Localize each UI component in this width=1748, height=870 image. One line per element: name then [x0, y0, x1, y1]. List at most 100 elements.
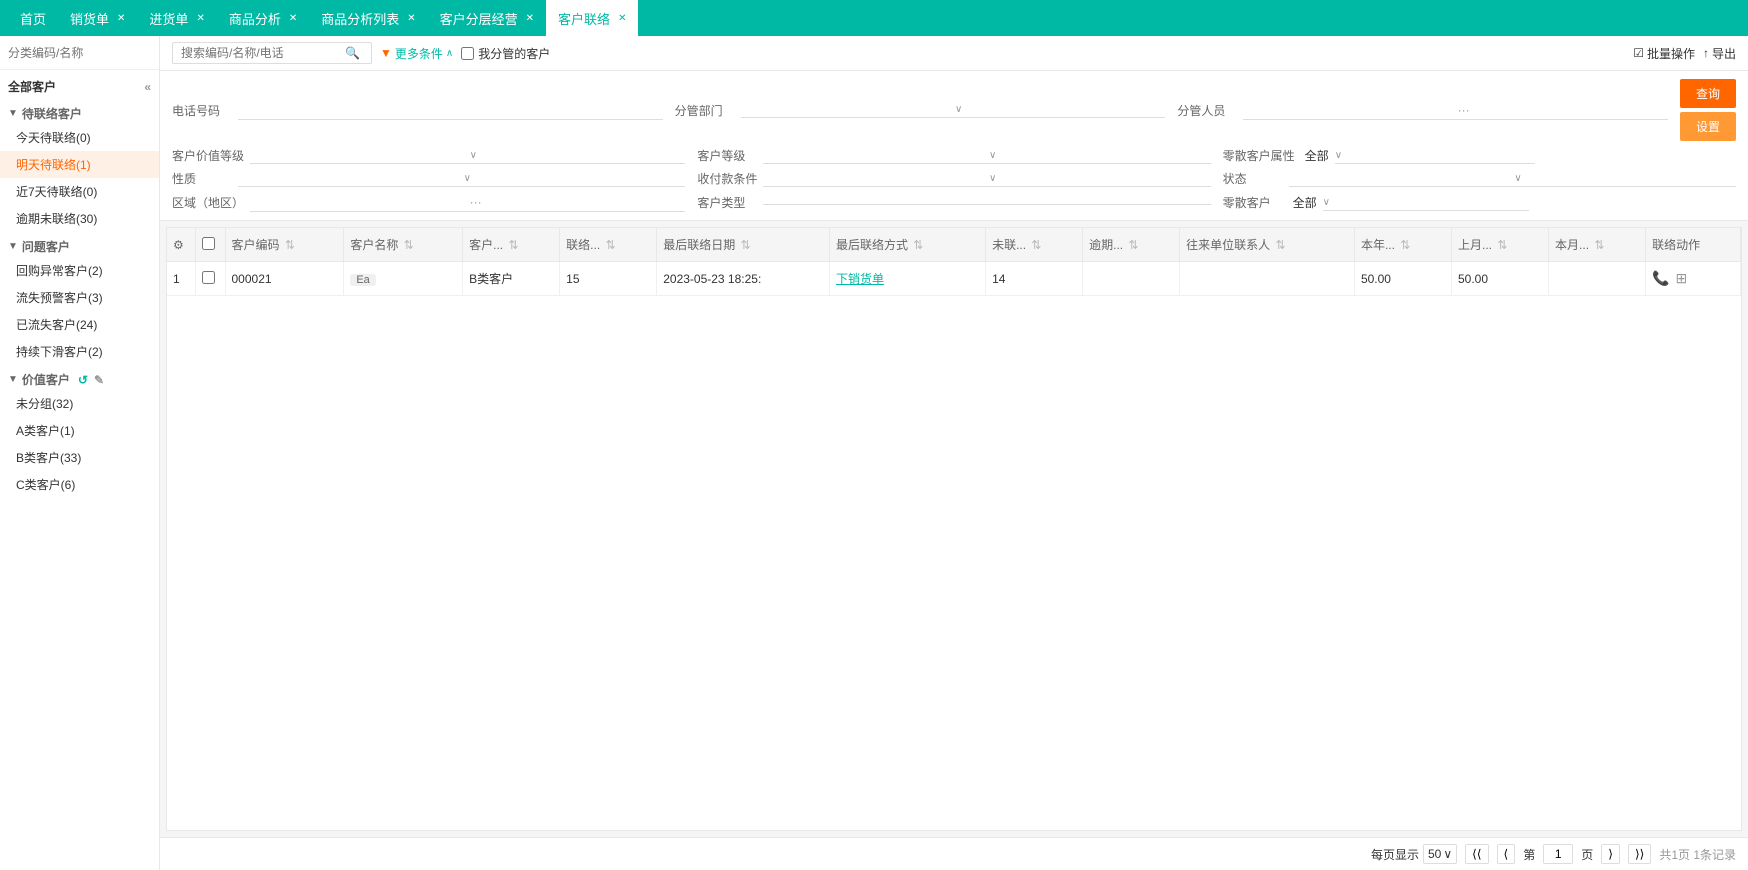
grid-action-icon[interactable]: ⊞: [1676, 270, 1688, 287]
nav-customer-contact-close[interactable]: ✕: [618, 13, 626, 24]
col-contact-person[interactable]: 往来单位联系人 ⇅: [1180, 228, 1355, 262]
page-size-chevron: ∨: [1443, 847, 1452, 861]
sidebar-item-repurchase-abnormal[interactable]: 回购异常客户(2): [0, 257, 159, 284]
row-checkbox[interactable]: [202, 271, 215, 284]
edit-value-icon[interactable]: ✎: [94, 373, 104, 387]
row-name[interactable]: Ea: [344, 262, 463, 296]
my-customer-checkbox-wrapper[interactable]: 我分管的客户: [461, 45, 550, 62]
row-last-method[interactable]: 下销货单: [829, 262, 985, 296]
customer-value-grade-chevron: ∨: [470, 150, 686, 161]
query-button[interactable]: 查询: [1680, 79, 1736, 108]
name-sort-icon: ⇅: [404, 238, 414, 252]
filter-gender: 性质 ∨: [172, 170, 685, 187]
customer-grade-select[interactable]: ∨: [763, 148, 1210, 164]
batch-operation-button[interactable]: ☑ 批量操作: [1633, 45, 1695, 62]
nav-customer-tier-close[interactable]: ✕: [526, 13, 534, 24]
last-page-button[interactable]: ⟩⟩: [1628, 844, 1651, 864]
col-this-month[interactable]: 本月... ⇅: [1549, 228, 1646, 262]
refresh-icon[interactable]: ↺: [78, 373, 88, 387]
col-last-month[interactable]: 上月... ⇅: [1451, 228, 1548, 262]
sidebar-item-c-class[interactable]: C类客户(6): [0, 471, 159, 498]
sidebar-item-ungrouped[interactable]: 未分组(32): [0, 390, 159, 417]
customer-value-grade-select[interactable]: ∨: [250, 148, 685, 164]
nav-sales-close[interactable]: ✕: [117, 13, 125, 24]
sidebar-item-already-lost[interactable]: 已流失客户(24): [0, 311, 159, 338]
region-dots-icon[interactable]: ···: [470, 195, 686, 209]
col-this-year[interactable]: 本年... ⇅: [1354, 228, 1451, 262]
prev-page-button[interactable]: ⟨: [1497, 844, 1516, 864]
filter-search-input[interactable]: [181, 46, 341, 60]
col-last-date[interactable]: 最后联络日期 ⇅: [657, 228, 830, 262]
col-code[interactable]: 客户编码 ⇅: [225, 228, 344, 262]
page-size-select-box[interactable]: 50 ∨: [1423, 844, 1457, 864]
nav-purchase[interactable]: 进货单 ✕: [137, 0, 216, 36]
sidebar-item-tomorrow[interactable]: 明天待联络(1): [0, 151, 159, 178]
manager-dots-icon[interactable]: ···: [1458, 103, 1668, 117]
col-action: 联络动作: [1646, 228, 1741, 262]
nav-product-analysis-list-close[interactable]: ✕: [407, 13, 415, 24]
filter-search-icon[interactable]: 🔍: [345, 46, 360, 60]
settings-button[interactable]: 设置: [1680, 112, 1736, 141]
retail-attr-select[interactable]: ∨: [1335, 148, 1536, 164]
row-last-date: 2023-05-23 18:25:: [657, 262, 830, 296]
sidebar-item-lost[interactable]: 流失预警客户(3): [0, 284, 159, 311]
nav-customer-tier[interactable]: 客户分层经营 ✕: [428, 0, 546, 36]
nav-customer-contact[interactable]: 客户联络 ✕: [546, 0, 638, 36]
nav-product-analysis-list[interactable]: 商品分析列表 ✕: [309, 0, 427, 36]
col-last-method[interactable]: 最后联络方式 ⇅: [829, 228, 985, 262]
all-customers-header[interactable]: 全部客户 «: [0, 70, 159, 99]
phone-input[interactable]: [238, 101, 663, 120]
phone-action-icon[interactable]: 📞: [1652, 270, 1669, 287]
sidebar-item-declining[interactable]: 持续下滑客户(2): [0, 338, 159, 365]
col-settings[interactable]: ⚙: [167, 228, 195, 262]
row-action: 📞 ⊞: [1646, 262, 1741, 296]
row-code: 000021: [225, 262, 344, 296]
retail-customer-select[interactable]: ∨: [1323, 195, 1530, 211]
page-number-input[interactable]: [1543, 844, 1573, 864]
sidebar-item-a-class[interactable]: A类客户(1): [0, 417, 159, 444]
sidebar-search-box[interactable]: 🔍: [0, 36, 159, 70]
sidebar-item-week7[interactable]: 近7天待联络(0): [0, 178, 159, 205]
region-select[interactable]: ···: [250, 193, 685, 212]
col-uncontacted[interactable]: 未联... ⇅: [986, 228, 1083, 262]
nav-home[interactable]: 首页: [8, 0, 58, 36]
row-check[interactable]: [195, 262, 225, 296]
filter-search-box[interactable]: 🔍: [172, 42, 372, 64]
col-name[interactable]: 客户名称 ⇅: [344, 228, 463, 262]
nav-sales[interactable]: 销货单 ✕: [58, 0, 137, 36]
gender-select[interactable]: ∨: [238, 171, 685, 187]
status-select[interactable]: ∨: [1289, 171, 1736, 187]
first-page-button[interactable]: ⟨⟨: [1465, 844, 1488, 864]
customers-table: ⚙ 客户编码 ⇅ 客户名称 ⇅: [167, 228, 1741, 296]
next-page-button[interactable]: ⟩: [1601, 844, 1620, 864]
my-customer-checkbox[interactable]: [461, 47, 474, 60]
payment-select[interactable]: ∨: [763, 171, 1210, 187]
nav-product-analysis[interactable]: 商品分析 ✕: [217, 0, 309, 36]
type-sort-icon: ⇅: [508, 238, 518, 252]
manager-select[interactable]: ···: [1243, 101, 1668, 120]
filter-icon: ▼: [380, 46, 392, 60]
more-filter-button[interactable]: ▼ 更多条件 ∧: [380, 45, 453, 62]
col-overdue[interactable]: 逾期... ⇅: [1083, 228, 1180, 262]
col-customer-type[interactable]: 客户... ⇅: [463, 228, 560, 262]
nav-purchase-close[interactable]: ✕: [196, 13, 204, 24]
row-this-month: [1549, 262, 1646, 296]
sidebar-item-b-class[interactable]: B类客户(33): [0, 444, 159, 471]
collapse-icon[interactable]: «: [144, 80, 151, 94]
export-button[interactable]: ↑ 导出: [1703, 45, 1736, 62]
customer-type-select[interactable]: [763, 200, 1210, 205]
sidebar-search-input[interactable]: [8, 46, 160, 60]
query-settings-buttons: 查询 设置: [1680, 79, 1736, 141]
sidebar-item-today[interactable]: 今天待联络(0): [0, 124, 159, 151]
dept-select[interactable]: ∨: [741, 102, 1166, 118]
col-check[interactable]: [195, 228, 225, 262]
sidebar-item-overdue[interactable]: 逾期未联络(30): [0, 205, 159, 232]
row-num: 1: [167, 262, 195, 296]
col-contact[interactable]: 联络... ⇅: [560, 228, 657, 262]
table-row: 1 000021 Ea B类客户 15 2023-05-23 18:25: 下销…: [167, 262, 1741, 296]
nav-product-analysis-close[interactable]: ✕: [289, 13, 297, 24]
contact-sort-icon: ⇅: [606, 238, 616, 252]
content-area: 🔍 ▼ 更多条件 ∧ 我分管的客户 ☑ 批量操作 ↑ 导出: [160, 36, 1748, 870]
settings-icon[interactable]: ⚙: [173, 238, 184, 252]
select-all-checkbox[interactable]: [202, 237, 215, 250]
